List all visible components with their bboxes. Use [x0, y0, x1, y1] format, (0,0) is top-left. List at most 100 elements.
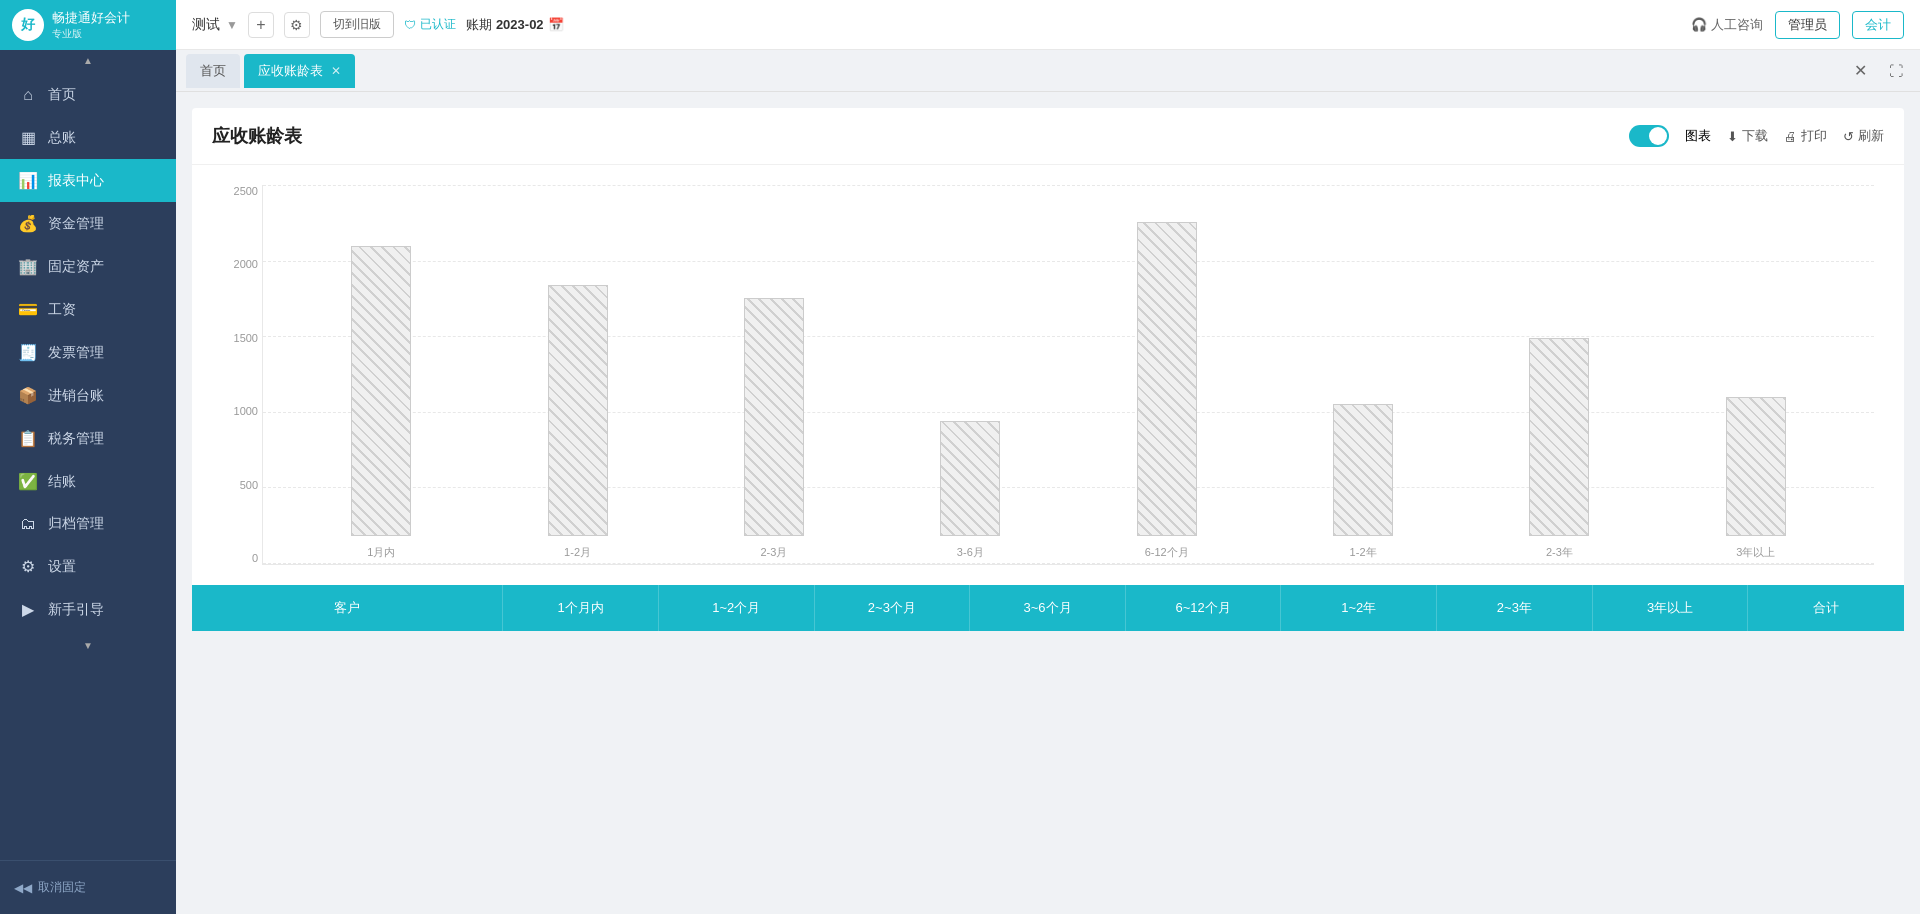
unfix-icon: ◀◀ [14, 881, 32, 895]
tab-close-icon[interactable]: ✕ [331, 64, 341, 78]
shield-icon: 🛡 [404, 18, 416, 32]
table-header-cell-4: 3~6个月 [970, 585, 1126, 631]
table-area: 客户1个月内1~2个月2~3个月3~6个月6~12个月1~2年2~3年3年以上合… [192, 585, 1904, 631]
scroll-up-arrow[interactable]: ▲ [0, 50, 176, 70]
sidebar-item-invoices[interactable]: 🧾发票管理 [0, 331, 176, 374]
table-header-cell-0: 客户 [192, 585, 503, 631]
x-label-3年以上: 3年以上 [1726, 545, 1786, 560]
report-header: 应收账龄表 图表 ⬇ 下载 🖨 打印 [192, 108, 1904, 165]
role-button[interactable]: 会计 [1852, 11, 1904, 39]
company-name: 测试 [192, 16, 220, 34]
x-label-6-12个月: 6-12个月 [1137, 545, 1197, 560]
refresh-icon: ↺ [1843, 129, 1854, 144]
nav-label-inventory: 进销台账 [48, 387, 104, 405]
company-selector[interactable]: 测试 ▼ [192, 16, 238, 34]
sidebar-item-inventory[interactable]: 📦 进销台账 [0, 374, 176, 417]
tab-bar: 首页 应收账龄表 ✕ ✕ ⛶ [176, 50, 1920, 92]
bar-1-2月 [548, 285, 608, 536]
bar-group-1月内 [351, 246, 411, 536]
nav-label-home: 首页 [48, 86, 76, 104]
expand-window-button[interactable]: ⛶ [1882, 57, 1910, 85]
nav-icon-ledger: ▦ [18, 128, 38, 147]
print-button[interactable]: 🖨 打印 [1784, 127, 1827, 145]
tab-aging-report[interactable]: 应收账龄表 ✕ [244, 54, 355, 88]
y-label-0: 0 [218, 552, 258, 564]
certified-badge: 🛡 已认证 [404, 16, 456, 33]
app-logo-icon: 好 [12, 9, 44, 41]
headset-icon: 🎧 [1691, 17, 1707, 32]
report-wrapper: 应收账龄表 图表 ⬇ 下载 🖨 打印 [192, 108, 1904, 631]
sidebar-item-reports[interactable]: 📊报表中心 [0, 159, 176, 202]
chart-toggle[interactable] [1629, 125, 1669, 147]
content-area: 首页 应收账龄表 ✕ ✕ ⛶ 应收账龄表 图表 [176, 50, 1920, 914]
bar-group-3-6月 [940, 421, 1000, 536]
nav-icon-reports: 📊 [18, 171, 38, 190]
x-label-1-2月: 1-2月 [548, 545, 608, 560]
print-icon: 🖨 [1784, 129, 1797, 144]
table-header-cell-5: 6~12个月 [1126, 585, 1282, 631]
table-header: 客户1个月内1~2个月2~3个月3~6个月6~12个月1~2年2~3年3年以上合… [192, 585, 1904, 631]
nav-label-assets: 固定资产 [48, 258, 104, 276]
unfix-label: 取消固定 [38, 879, 86, 896]
bar-6-12个月 [1137, 222, 1197, 536]
sidebar-item-settings[interactable]: ⚙设置 [0, 545, 176, 588]
unfix-button[interactable]: ◀◀ 取消固定 [0, 869, 176, 906]
nav-label-funds: 资金管理 [48, 215, 104, 233]
switch-old-version-button[interactable]: 切到旧版 [320, 11, 394, 38]
bar-group-1-2月 [548, 285, 608, 536]
bars-area [263, 185, 1874, 536]
bar-1月内 [351, 246, 411, 536]
main-area: 测试 ▼ + ⚙ 切到旧版 🛡 已认证 账期 2023-02 📅 🎧 人工咨询 … [176, 0, 1920, 914]
tab-home-label: 首页 [200, 62, 226, 80]
nav-icon-settlement: ✅ [18, 472, 38, 491]
topbar-settings-button[interactable]: ⚙ [284, 12, 310, 38]
tab-aging-label: 应收账龄表 [258, 62, 323, 80]
nav-icon-archive: 🗂 [18, 515, 38, 533]
close-window-button[interactable]: ✕ [1846, 57, 1874, 85]
bar-3年以上 [1726, 397, 1786, 536]
nav-label-tax: 税务管理 [48, 430, 104, 448]
sidebar-item-wages[interactable]: 💳工资 [0, 288, 176, 331]
table-header-cell-8: 3年以上 [1593, 585, 1749, 631]
tab-home[interactable]: 首页 [186, 54, 240, 88]
sidebar-item-assets[interactable]: 🏢 固定资产 [0, 245, 176, 288]
bar-group-2-3年 [1529, 338, 1589, 536]
nav-icon-assets: 🏢 [18, 257, 38, 276]
x-label-1月内: 1月内 [351, 545, 411, 560]
refresh-button[interactable]: ↺ 刷新 [1843, 127, 1884, 145]
add-company-button[interactable]: + [248, 12, 274, 38]
sidebar-item-funds[interactable]: 💰资金管理 [0, 202, 176, 245]
calendar-icon[interactable]: 📅 [548, 17, 564, 32]
nav-label-wages: 工资 [48, 301, 76, 319]
sidebar-item-ledger[interactable]: ▦总账 [0, 116, 176, 159]
nav-label-invoices: 发票管理 [48, 344, 104, 362]
y-label-2500: 2500 [218, 185, 258, 197]
sidebar-item-tax[interactable]: 📋 税务管理 [0, 417, 176, 460]
nav-icon-inventory: 📦 [18, 386, 38, 405]
nav-icon-tax: 📋 [18, 429, 38, 448]
x-label-3-6月: 3-6月 [940, 545, 1000, 560]
sidebar-nav-scroll: ▲ ⌂首页▦总账📊报表中心💰资金管理 🏢 固定资产 💳工资🧾发票管理 📦 进销台账 📋 税务管… [0, 50, 176, 860]
sidebar-item-home[interactable]: ⌂首页 [0, 74, 176, 116]
bar-group-6-12个月 [1137, 222, 1197, 536]
sidebar-item-archive[interactable]: 🗂归档管理 [0, 503, 176, 545]
scroll-down-arrow[interactable]: ▼ [0, 635, 176, 655]
table-header-cell-3: 2~3个月 [815, 585, 971, 631]
y-label-500: 500 [218, 479, 258, 491]
download-button[interactable]: ⬇ 下载 [1727, 127, 1768, 145]
chart-container: 05001000150020002500 1月内1-2月2-3月3-6月6-12… [262, 185, 1874, 565]
x-label-2-3月: 2-3月 [744, 545, 804, 560]
report-title: 应收账龄表 [212, 124, 302, 148]
table-header-cell-7: 2~3年 [1437, 585, 1593, 631]
sidebar-item-guide[interactable]: ▶新手引导 [0, 588, 176, 631]
bar-2-3年 [1529, 338, 1589, 536]
table-header-cell-6: 1~2年 [1281, 585, 1437, 631]
nav-icon-settings: ⚙ [18, 557, 38, 576]
user-button[interactable]: 管理员 [1775, 11, 1840, 39]
x-labels: 1月内1-2月2-3月3-6月6-12个月1-2年2-3年3年以上 [263, 545, 1874, 560]
consult-button[interactable]: 🎧 人工咨询 [1691, 16, 1763, 34]
nav-label-settlement: 结账 [48, 473, 76, 491]
sidebar-item-settlement[interactable]: ✅ 结账 [0, 460, 176, 503]
page-content: 应收账龄表 图表 ⬇ 下载 🖨 打印 [176, 92, 1920, 914]
sidebar-logo: 好 畅捷通好会计 专业版 [0, 0, 176, 50]
